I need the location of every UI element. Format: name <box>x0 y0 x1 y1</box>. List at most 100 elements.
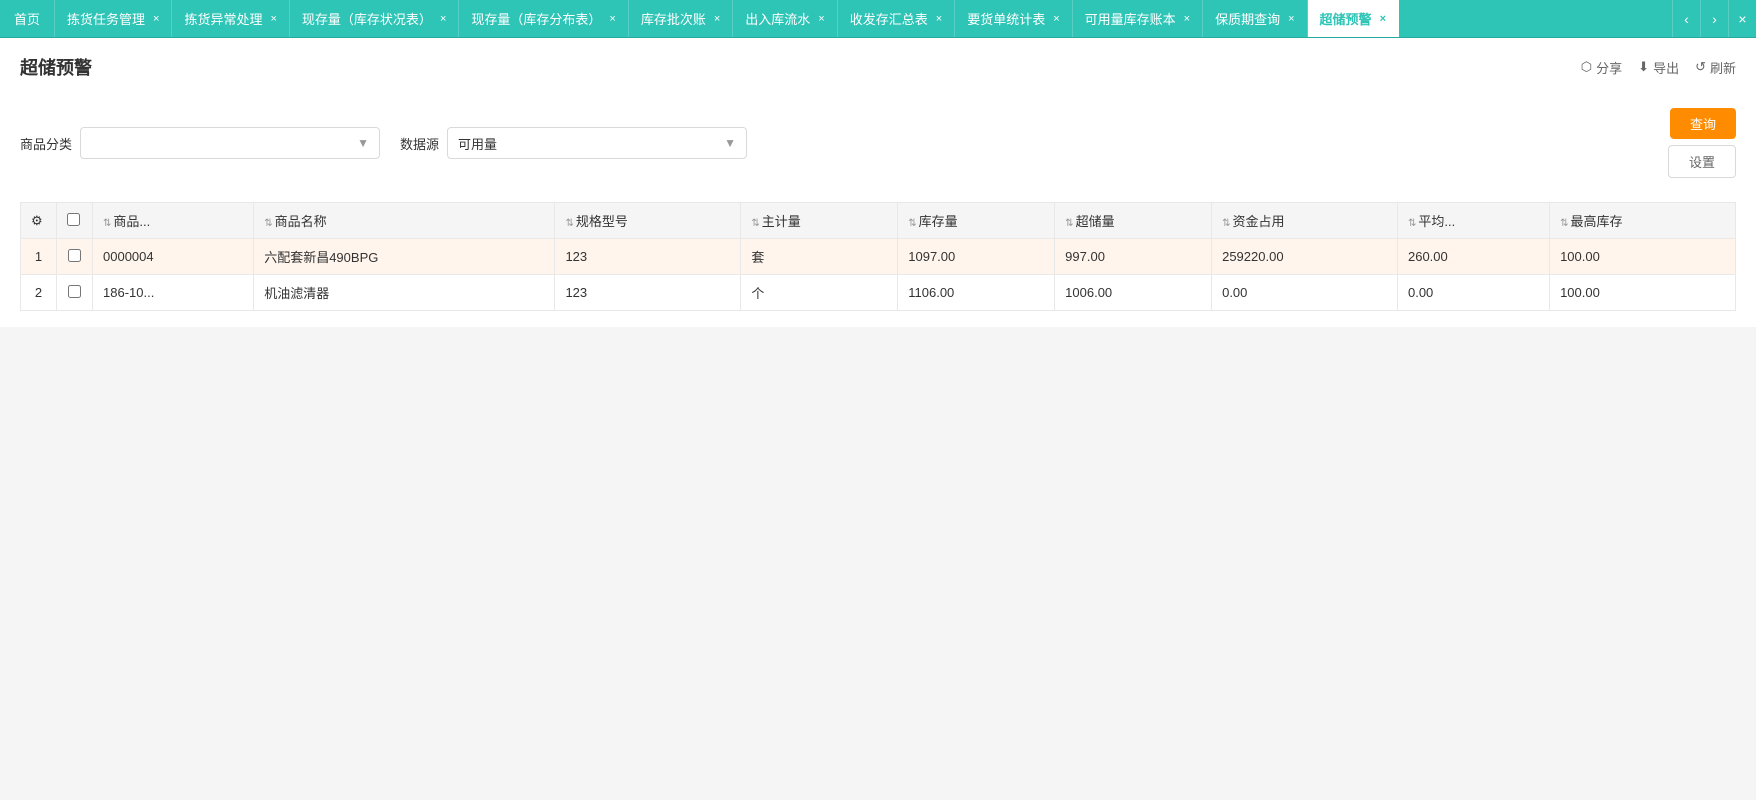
tab-close-2[interactable]: × <box>440 13 446 25</box>
share-button[interactable]: ⬡ 分享 <box>1581 58 1622 77</box>
gear-icon: ⚙ <box>31 213 43 228</box>
query-button[interactable]: 查询 <box>1670 108 1736 139</box>
next-tab-button[interactable]: › <box>1700 0 1728 38</box>
category-chevron-icon: ▼ <box>357 136 369 150</box>
topbar-tab-7[interactable]: 要货单统计表 × <box>955 0 1072 38</box>
row-index-1: 2 <box>21 275 57 311</box>
table-body: 1 0000004 六配套新昌490BPG 123 套 1097.00 997.… <box>21 239 1736 311</box>
col-spec[interactable]: ⇅规格型号 <box>555 203 741 239</box>
table-header: ⚙ ⇅商品... ⇅商品名称 ⇅规格型号 ⇅主计量 ⇅库存量 ⇅超储量 ⇅资金占… <box>21 203 1736 239</box>
tab-close-1[interactable]: × <box>270 13 276 25</box>
page-title: 超储预警 <box>20 54 92 80</box>
tab-close-9[interactable]: × <box>1288 13 1294 25</box>
datasource-filter: 数据源 可用量 ▼ <box>400 127 747 159</box>
row-product-code-1: 186-10... <box>93 275 254 311</box>
topbar-tab-1[interactable]: 拣货异常处理 × <box>172 0 289 38</box>
tab-label-8: 可用量库存账本 <box>1085 9 1176 28</box>
settings-button[interactable]: 设置 <box>1668 145 1736 178</box>
tab-label-3: 现存量（库存分布表） <box>471 9 601 28</box>
share-label: 分享 <box>1596 58 1622 77</box>
category-label: 商品分类 <box>20 134 72 153</box>
col-stock[interactable]: ⇅库存量 <box>898 203 1055 239</box>
row-spec-0: 123 <box>555 239 741 275</box>
col-product-code[interactable]: ⇅商品... <box>93 203 254 239</box>
tab-label-7: 要货单统计表 <box>967 9 1045 28</box>
data-table: ⚙ ⇅商品... ⇅商品名称 ⇅规格型号 ⇅主计量 ⇅库存量 ⇅超储量 ⇅资金占… <box>20 202 1736 311</box>
datasource-chevron-icon: ▼ <box>724 136 736 150</box>
row-unit-0: 套 <box>741 239 898 275</box>
tab-close-3[interactable]: × <box>609 13 615 25</box>
row-checkbox-1[interactable] <box>57 275 93 311</box>
prev-tab-button[interactable]: ‹ <box>1672 0 1700 38</box>
tab-label-2: 现存量（库存状况表） <box>302 9 432 28</box>
tab-label-4: 库存批次账 <box>641 9 706 28</box>
topbar-tab-0[interactable]: 拣货任务管理 × <box>55 0 172 38</box>
topbar-tab-4[interactable]: 库存批次账 × <box>629 0 733 38</box>
topbar-tab-10[interactable]: 超储预警 × <box>1308 0 1399 38</box>
row-max-stock-0: 100.00 <box>1550 239 1736 275</box>
tab-label-1: 拣货异常处理 <box>184 9 262 28</box>
page-actions: ⬡ 分享 ⬇ 导出 ↺ 刷新 <box>1581 58 1736 77</box>
col-max-stock[interactable]: ⇅最高库存 <box>1550 203 1736 239</box>
topbar-tab-3[interactable]: 现存量（库存分布表） × <box>459 0 628 38</box>
topbar-tab-2[interactable]: 现存量（库存状况表） × <box>290 0 459 38</box>
tab-close-10[interactable]: × <box>1380 13 1386 25</box>
col-unit[interactable]: ⇅主计量 <box>741 203 898 239</box>
datasource-label: 数据源 <box>400 134 439 153</box>
row-product-name-1: 机油滤清器 <box>254 275 555 311</box>
col-product-name[interactable]: ⇅商品名称 <box>254 203 555 239</box>
row-capital-1: 0.00 <box>1212 275 1398 311</box>
col-overstock[interactable]: ⇅超储量 <box>1055 203 1212 239</box>
filter-row: 商品分类 ▼ 数据源 可用量 ▼ 查询 设置 <box>20 96 1736 190</box>
row-stock-1: 1106.00 <box>898 275 1055 311</box>
topbar-navigation: ‹ › × <box>1672 0 1756 38</box>
share-icon: ⬡ <box>1581 59 1592 75</box>
tab-close-4[interactable]: × <box>714 13 720 25</box>
category-filter: 商品分类 ▼ <box>20 127 380 159</box>
row-spec-1: 123 <box>555 275 741 311</box>
page-container: 超储预警 ⬡ 分享 ⬇ 导出 ↺ 刷新 商品分类 ▼ 数据源 <box>0 38 1756 327</box>
row-index-0: 1 <box>21 239 57 275</box>
refresh-button[interactable]: ↺ 刷新 <box>1695 58 1736 77</box>
export-icon: ⬇ <box>1638 59 1649 75</box>
settings-column-header[interactable]: ⚙ <box>21 203 57 239</box>
tab-close-5[interactable]: × <box>818 13 824 25</box>
filter-buttons: 查询 设置 <box>1668 108 1736 178</box>
datasource-select[interactable]: 可用量 ▼ <box>447 127 747 159</box>
tab-label-0: 拣货任务管理 <box>67 9 145 28</box>
refresh-icon: ↺ <box>1695 59 1706 75</box>
export-button[interactable]: ⬇ 导出 <box>1638 58 1679 77</box>
datasource-value: 可用量 <box>458 134 497 153</box>
topbar-tab-9[interactable]: 保质期查询 × <box>1203 0 1307 38</box>
refresh-label: 刷新 <box>1710 58 1736 77</box>
tab-close-0[interactable]: × <box>153 13 159 25</box>
row-max-stock-1: 100.00 <box>1550 275 1736 311</box>
row-overstock-1: 1006.00 <box>1055 275 1212 311</box>
export-label: 导出 <box>1653 58 1679 77</box>
tab-close-8[interactable]: × <box>1184 13 1190 25</box>
tab-close-6[interactable]: × <box>936 13 942 25</box>
row-overstock-0: 997.00 <box>1055 239 1212 275</box>
col-avg[interactable]: ⇅平均... <box>1397 203 1549 239</box>
row-checkbox-0[interactable] <box>57 239 93 275</box>
row-avg-0: 260.00 <box>1397 239 1549 275</box>
page-header: 超储预警 ⬡ 分享 ⬇ 导出 ↺ 刷新 <box>20 54 1736 80</box>
close-all-button[interactable]: × <box>1728 0 1756 38</box>
tab-close-7[interactable]: × <box>1053 13 1059 25</box>
tab-label-6: 收发存汇总表 <box>850 9 928 28</box>
topbar-tab-6[interactable]: 收发存汇总表 × <box>838 0 955 38</box>
col-capital[interactable]: ⇅资金占用 <box>1212 203 1398 239</box>
row-capital-0: 259220.00 <box>1212 239 1398 275</box>
select-all-checkbox[interactable] <box>67 213 80 226</box>
row-product-name-0: 六配套新昌490BPG <box>254 239 555 275</box>
tab-label-10: 超储预警 <box>1320 9 1372 28</box>
category-select[interactable]: ▼ <box>80 127 380 159</box>
tab-label-5: 出入库流水 <box>745 9 810 28</box>
topbar-tab-5[interactable]: 出入库流水 × <box>733 0 837 38</box>
home-tab[interactable]: 首页 <box>0 0 55 38</box>
tab-label-9: 保质期查询 <box>1215 9 1280 28</box>
row-stock-0: 1097.00 <box>898 239 1055 275</box>
row-avg-1: 0.00 <box>1397 275 1549 311</box>
topbar-tab-8[interactable]: 可用量库存账本 × <box>1073 0 1203 38</box>
table-row: 2 186-10... 机油滤清器 123 个 1106.00 1006.00 … <box>21 275 1736 311</box>
